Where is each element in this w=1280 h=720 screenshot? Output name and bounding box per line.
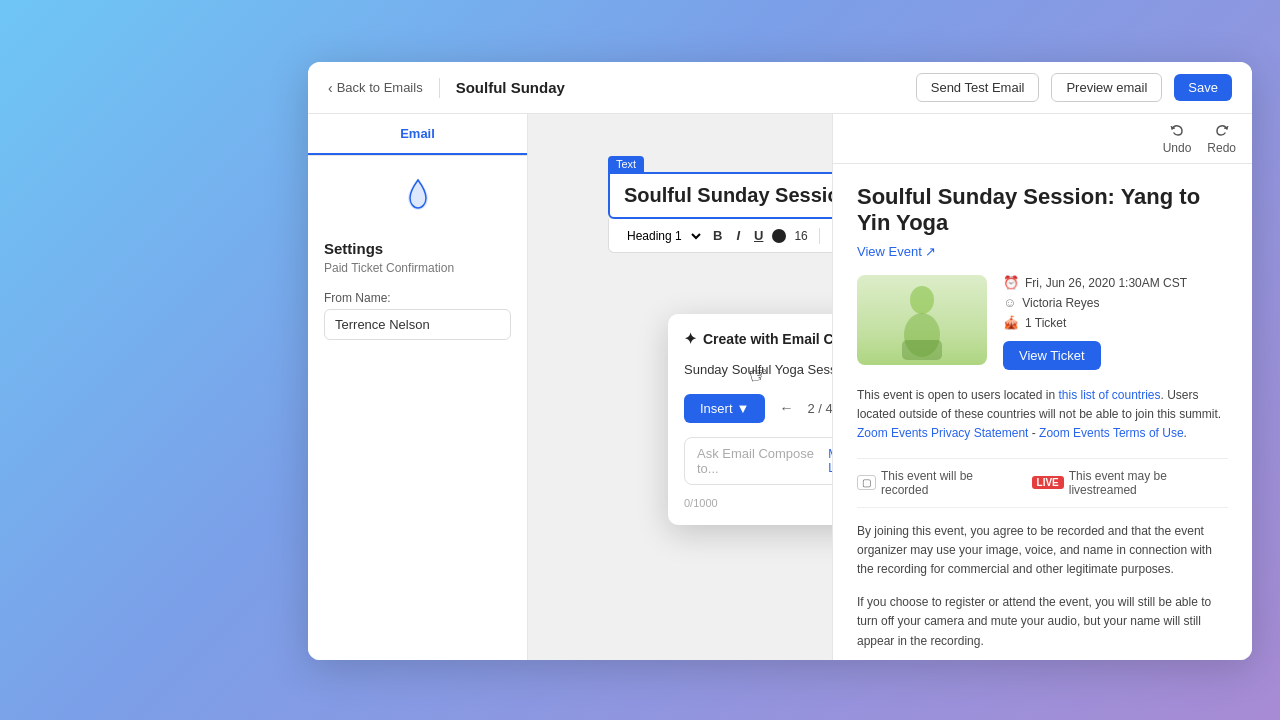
toolbar-separator (819, 228, 820, 244)
live-icon: LIVE (1032, 476, 1064, 489)
tab-email[interactable]: Email (308, 114, 527, 155)
cursor-indicator: ▼ (737, 401, 750, 416)
rec-icon: ▢ (857, 475, 876, 490)
event-description: This event is open to users located in t… (857, 386, 1228, 444)
underline-button[interactable]: U (749, 225, 768, 246)
settings-subtitle: Paid Ticket Confirmation (324, 261, 511, 275)
event-host: Victoria Reyes (1022, 296, 1099, 310)
sparkle-icon: ✦ (684, 330, 697, 348)
recorded-label: This event will be recorded (881, 469, 1016, 497)
recording-text2: If you choose to register or attend the … (857, 593, 1228, 651)
person-icon: ☺ (1003, 295, 1016, 310)
event-meta: ⏰ Fri, Jun 26, 2020 1:30AM CST ☺ Victori… (1003, 275, 1228, 370)
text-type-tag: Text (608, 156, 644, 172)
clock-icon: ⏰ (1003, 275, 1019, 290)
right-toolbar: Undo Redo (833, 114, 1252, 164)
recording-text: By joining this event, you agree to be r… (857, 522, 1228, 580)
event-badges: ▢ This event will be recorded LIVE This … (857, 458, 1228, 508)
email-heading: Soulful Sunday Session: Yang to Yin Yoga (857, 184, 1228, 236)
generated-text: Sunday Soulful Yoga Session (684, 360, 832, 380)
sidebar-content: Settings Paid Ticket Confirmation From N… (308, 224, 527, 356)
livestreamed-badge: LIVE This event may be livestreamed (1032, 469, 1228, 497)
view-ticket-button[interactable]: View Ticket (1003, 341, 1101, 370)
sidebar-tabs: Email (308, 114, 527, 156)
livestreamed-label: This event may be livestreamed (1069, 469, 1228, 497)
sidebar-icon-row (308, 156, 527, 224)
event-date: Fri, Jun 26, 2020 1:30AM CST (1025, 276, 1187, 290)
event-image-person (857, 275, 987, 365)
undo-button[interactable]: Undo (1163, 122, 1192, 155)
countries-link[interactable]: this list of countries (1058, 388, 1160, 402)
event-ticket-row: 🎪 1 Ticket (1003, 315, 1228, 330)
undo-label: Undo (1163, 141, 1192, 155)
ai-compose-popup: ✦ Create with Email Compose ✕ Sunday Sou… (668, 314, 832, 525)
privacy-link[interactable]: Zoom Events Privacy Statement (857, 426, 1028, 440)
undo-icon (1169, 122, 1185, 138)
page-indicator: 2 / 4 (807, 401, 832, 416)
popup-title: ✦ Create with Email Compose (684, 330, 832, 348)
align-left-button[interactable]: ☰ (827, 225, 832, 246)
save-button[interactable]: Save (1174, 74, 1232, 101)
redo-icon (1214, 122, 1230, 138)
event-details-row: ⏰ Fri, Jun 26, 2020 1:30AM CST ☺ Victori… (857, 275, 1228, 370)
floating-text-editor: Text Soulful Sunday Session: Yang to Yin… (608, 154, 832, 253)
formatting-toolbar: Heading 1 Heading 2 Paragraph B I U 16 ☰… (608, 219, 832, 253)
event-date-row: ⏰ Fri, Jun 26, 2020 1:30AM CST (1003, 275, 1228, 290)
ask-placeholder: Ask Email Compose to... (697, 446, 828, 476)
char-count: 0/1000 (684, 497, 718, 509)
svg-point-0 (910, 286, 934, 314)
top-bar: ‹ Back to Emails Soulful Sunday Send Tes… (308, 62, 1252, 114)
from-name-input[interactable] (324, 309, 511, 340)
preview-email-button[interactable]: Preview email (1051, 73, 1162, 102)
make-longer-button[interactable]: Make Longer, (828, 447, 832, 475)
email-icon (402, 176, 434, 216)
page-total: 4 (825, 401, 832, 416)
from-name-label: From Name: (324, 291, 511, 305)
top-divider (439, 78, 440, 98)
external-link-icon: ↗ (925, 244, 936, 259)
view-event-link[interactable]: View Event ↗ (857, 244, 1228, 259)
ask-input-row[interactable]: Ask Email Compose to... Make Longer, Mak… (684, 437, 832, 485)
redo-label: Redo (1207, 141, 1236, 155)
text-color-picker[interactable] (772, 229, 786, 243)
insert-label: Insert (700, 401, 733, 416)
back-to-emails-link[interactable]: ‹ Back to Emails (328, 80, 423, 96)
italic-button[interactable]: I (731, 225, 745, 246)
canvas-area: Text Soulful Sunday Session: Yang to Yin… (528, 114, 832, 660)
prev-suggestion-button[interactable]: ← (775, 398, 797, 418)
person-silhouette (892, 280, 952, 360)
recorded-badge: ▢ This event will be recorded (857, 469, 1016, 497)
view-event-label: View Event (857, 244, 922, 259)
popup-title-text: Create with Email Compose (703, 331, 832, 347)
svg-rect-2 (902, 340, 942, 360)
event-image (857, 275, 987, 365)
event-host-row: ☺ Victoria Reyes (1003, 295, 1228, 310)
redo-button[interactable]: Redo (1207, 122, 1236, 155)
quick-actions: Make Longer, Make Shorter, Change Tone t… (828, 447, 832, 475)
popup-actions: Insert ▼ ← 2 / 4 → (684, 394, 832, 423)
send-test-email-button[interactable]: Send Test Email (916, 73, 1040, 102)
back-label: Back to Emails (337, 80, 423, 95)
font-size: 16 (790, 227, 811, 245)
editor-window: ‹ Back to Emails Soulful Sunday Send Tes… (308, 62, 1252, 660)
heading-select[interactable]: Heading 1 Heading 2 Paragraph (619, 226, 704, 246)
popup-header: ✦ Create with Email Compose ✕ (684, 330, 832, 348)
text-content-input[interactable]: Soulful Sunday Session: Yang to Yin Yoga (608, 172, 832, 219)
event-ticket-count: 1 Ticket (1025, 316, 1066, 330)
page-current: 2 (807, 401, 814, 416)
page-title: Soulful Sunday (456, 79, 904, 96)
back-arrow-icon: ‹ (328, 80, 333, 96)
bold-button[interactable]: B (708, 225, 727, 246)
ticket-icon: 🎪 (1003, 315, 1019, 330)
left-sidebar: Email Settings Paid Ticket Confirmation … (308, 114, 528, 660)
right-panel: Undo Redo Soulful Sunday Session: Yang t… (832, 114, 1252, 660)
email-preview: Soulful Sunday Session: Yang to Yin Yoga… (833, 164, 1252, 660)
terms-link[interactable]: Zoom Events Terms of Use (1039, 426, 1184, 440)
insert-button[interactable]: Insert ▼ (684, 394, 765, 423)
editor-body: Email Settings Paid Ticket Confirmation … (308, 114, 1252, 660)
settings-title: Settings (324, 240, 511, 257)
